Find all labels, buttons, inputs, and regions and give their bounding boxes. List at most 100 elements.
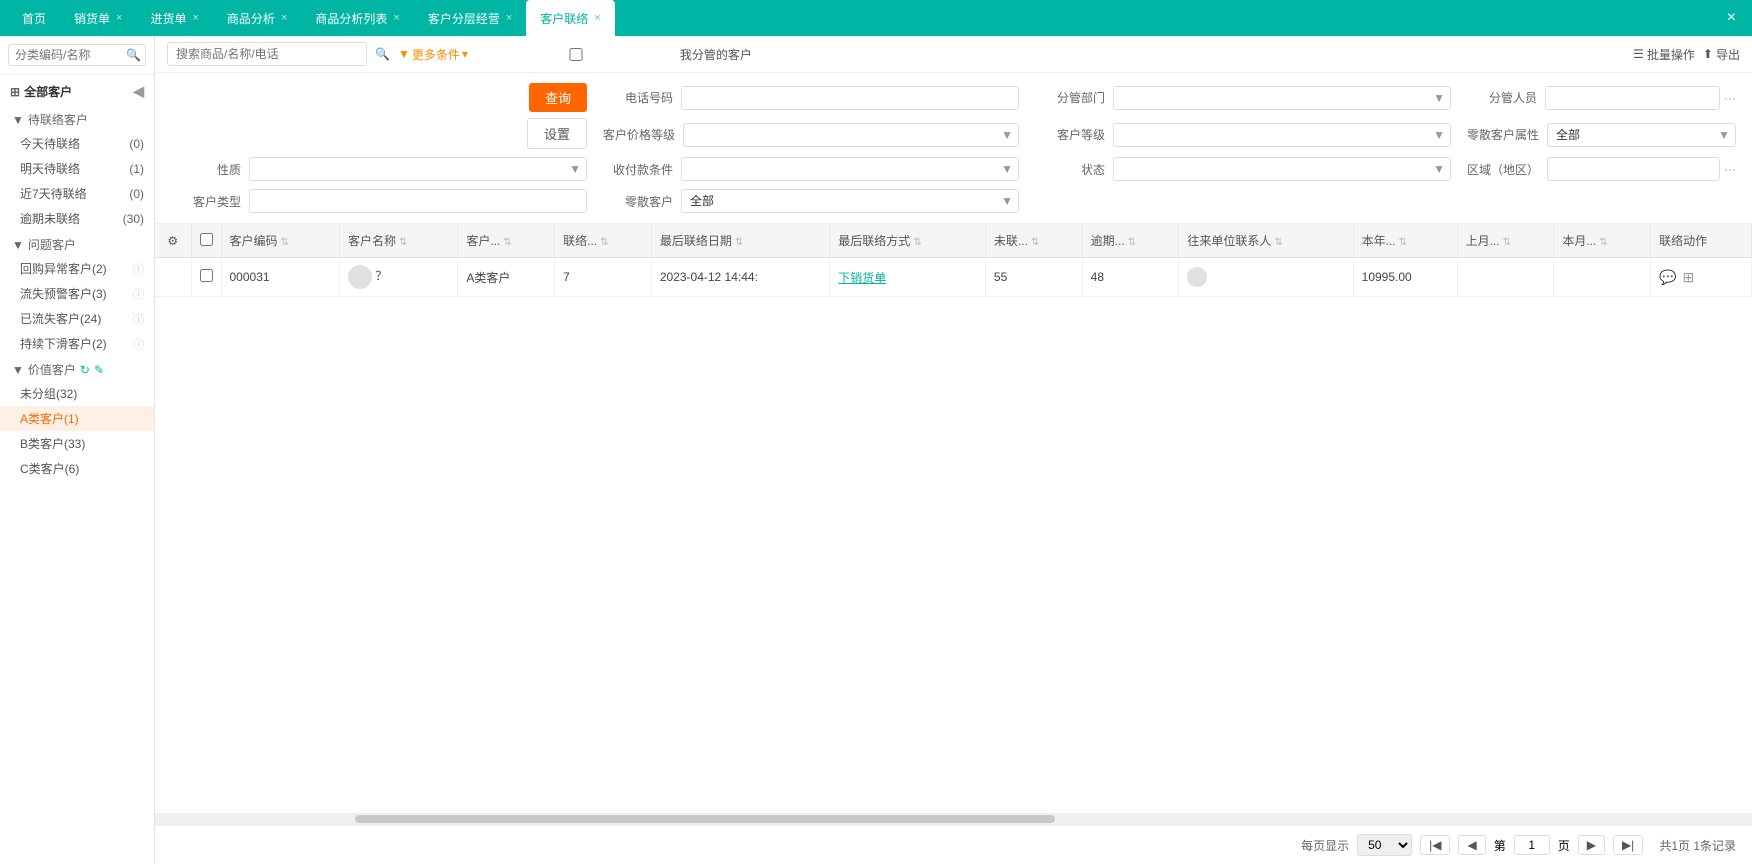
phone-input[interactable] — [681, 86, 1019, 110]
cmonth-sort-icon[interactable]: ⇅ — [1599, 237, 1607, 248]
sidebar-item-churn-warning[interactable]: 流失预警客户(3) ⓘ — [0, 281, 154, 306]
nature-select[interactable] — [249, 157, 587, 181]
query-button[interactable]: 查询 — [529, 83, 587, 112]
sidebar-item-churned[interactable]: 已流失客户(24) ⓘ — [0, 306, 154, 331]
sidebar-group-value[interactable]: ▼ 价值客户 ↻ ✎ — [0, 356, 154, 381]
select-all-checkbox[interactable] — [200, 233, 213, 246]
sidebar-item-c-class[interactable]: C类客户(6) — [0, 456, 154, 481]
dept-select[interactable] — [1113, 86, 1451, 110]
row-contact-person — [1179, 258, 1353, 297]
close-segment-icon[interactable]: × — [506, 12, 512, 24]
close-analysis-icon[interactable]: × — [281, 12, 287, 24]
prev-page-btn[interactable]: ◀ — [1458, 835, 1485, 855]
region-dots-icon[interactable]: ··· — [1724, 162, 1736, 176]
settings-button[interactable]: 设置 — [527, 118, 587, 149]
person-input[interactable] — [1545, 86, 1720, 110]
overdue-sort-icon[interactable]: ⇅ — [1128, 237, 1136, 248]
customer-type-input[interactable] — [249, 189, 587, 213]
close-contact-icon[interactable]: × — [594, 12, 600, 24]
status-select[interactable] — [1113, 157, 1451, 181]
person-dots-icon[interactable]: ··· — [1724, 91, 1736, 105]
retail-attr-select[interactable]: 全部 — [1547, 123, 1736, 147]
search-input[interactable] — [167, 42, 367, 66]
filter-customer-type: 客户类型 — [171, 189, 587, 213]
row-select-checkbox[interactable] — [200, 269, 213, 282]
filter-person: 分管人员 ··· — [1467, 86, 1736, 110]
col-actions: 联络动作 — [1651, 224, 1752, 258]
sidebar-all-customers[interactable]: ⊞ 全部客户 ◀ — [0, 75, 154, 106]
level-sort-icon[interactable]: ⇅ — [503, 237, 511, 248]
col-not-contacted: 未联...⇅ — [985, 224, 1082, 258]
sidebar-item-overdue[interactable]: 逾期未联络(30) — [0, 206, 154, 231]
col-contact-count: 联络...⇅ — [555, 224, 652, 258]
way-sort-icon[interactable]: ⇅ — [913, 237, 921, 248]
person-sort-icon[interactable]: ⇅ — [1274, 237, 1282, 248]
lmonth-sort-icon[interactable]: ⇅ — [1503, 237, 1511, 248]
batch-op-button[interactable]: ☰ 批量操作 — [1633, 46, 1695, 63]
sidebar-item-7days[interactable]: 近7天待联络(0) — [0, 181, 154, 206]
scrollbar-thumb[interactable] — [355, 815, 1055, 823]
close-sales-icon[interactable]: × — [116, 12, 122, 24]
row-actions: 💬 ⊞ — [1651, 258, 1752, 297]
nav-analysis-list[interactable]: 商品分析列表 × — [301, 0, 413, 36]
payment-select[interactable] — [681, 157, 1019, 181]
chat-action-icon[interactable]: 💬 — [1659, 269, 1676, 286]
filter-search-icon[interactable]: 🔍 — [375, 47, 390, 61]
more-conditions-btn[interactable]: ▼ 更多条件 ▾ — [398, 46, 468, 63]
region-input[interactable] — [1547, 157, 1720, 181]
sidebar-group-problem[interactable]: ▼ 问题客户 — [0, 231, 154, 256]
code-sort-icon[interactable]: ⇅ — [281, 237, 289, 248]
page-number-input[interactable] — [1514, 835, 1550, 855]
uncontacted-sort-icon[interactable]: ⇅ — [1031, 237, 1039, 248]
contact-sort-icon[interactable]: ⇅ — [600, 237, 608, 248]
date-sort-icon[interactable]: ⇅ — [735, 237, 743, 248]
my-customers-checkbox[interactable] — [476, 48, 676, 61]
value-refresh-icon[interactable]: ↻ — [80, 363, 90, 377]
customer-level-select[interactable] — [1113, 123, 1451, 147]
last-way-link[interactable]: 下销货单 — [838, 271, 886, 285]
horizontal-scrollbar[interactable] — [155, 813, 1752, 825]
nav-sales[interactable]: 销货单 × — [60, 0, 136, 36]
close-analysis-list-icon[interactable]: × — [393, 12, 399, 24]
grid-action-icon[interactable]: ⊞ — [1683, 269, 1695, 286]
sidebar-item-b-class[interactable]: B类客户(33) — [0, 431, 154, 456]
value-edit-icon[interactable]: ✎ — [94, 363, 104, 377]
nav-customer-contact[interactable]: 客户联络 × — [526, 0, 614, 36]
sidebar-item-a-class[interactable]: A类客户(1) — [0, 406, 154, 431]
close-purchase-icon[interactable]: × — [192, 12, 198, 24]
last-page-btn[interactable]: ▶| — [1613, 835, 1643, 855]
year-sort-icon[interactable]: ⇅ — [1399, 237, 1407, 248]
filter-phone: 电话号码 — [603, 86, 1019, 110]
collapse-all-icon[interactable]: ◀ — [133, 83, 144, 100]
next-page-btn[interactable]: ▶ — [1578, 835, 1605, 855]
price-level-select[interactable] — [683, 123, 1019, 147]
info-icon-repurchase: ⓘ — [133, 261, 144, 277]
filter-customer-level: 客户等级 ▼ — [1035, 123, 1451, 147]
batch-icon: ☰ — [1633, 47, 1644, 61]
nav-analysis[interactable]: 商品分析 × — [213, 0, 301, 36]
col-year: 本年...⇅ — [1353, 224, 1457, 258]
first-page-btn[interactable]: |◀ — [1420, 835, 1450, 855]
sidebar-item-declining[interactable]: 持续下滑客户(2) ⓘ — [0, 331, 154, 356]
row-last-way: 下销货单 — [830, 258, 986, 297]
name-sort-icon[interactable]: ⇅ — [399, 237, 407, 248]
sidebar-search-icon[interactable]: 🔍 — [126, 48, 141, 62]
nav-purchase[interactable]: 进货单 × — [136, 0, 212, 36]
sidebar-item-repurchase[interactable]: 回购异常客户(2) ⓘ — [0, 256, 154, 281]
info-icon-churned: ⓘ — [133, 311, 144, 327]
sidebar-item-today[interactable]: 今天待联络(0) — [0, 131, 154, 156]
retail-select[interactable]: 全部 — [681, 189, 1019, 213]
row-last-month — [1457, 258, 1554, 297]
nav-customer-segment[interactable]: 客户分层经营 × — [414, 0, 526, 36]
export-button[interactable]: ⬆ 导出 — [1703, 46, 1740, 63]
sidebar-group-pending[interactable]: ▼ 待联络客户 — [0, 106, 154, 131]
my-customers-checkbox-label[interactable]: 我分管的客户 — [476, 46, 752, 63]
filter-nature: 性质 ▼ — [171, 157, 587, 181]
nav-home[interactable]: 首页 — [8, 0, 60, 36]
page-size-select[interactable]: 50 100 200 — [1357, 834, 1412, 856]
sidebar-item-ungroup[interactable]: 未分组(32) — [0, 381, 154, 406]
filter-icon: ▼ — [398, 47, 410, 61]
close-all-tabs[interactable]: × — [1719, 9, 1744, 27]
sidebar-item-tomorrow[interactable]: 明天待联络(1) — [0, 156, 154, 181]
col-settings[interactable]: ⚙ — [155, 224, 191, 258]
